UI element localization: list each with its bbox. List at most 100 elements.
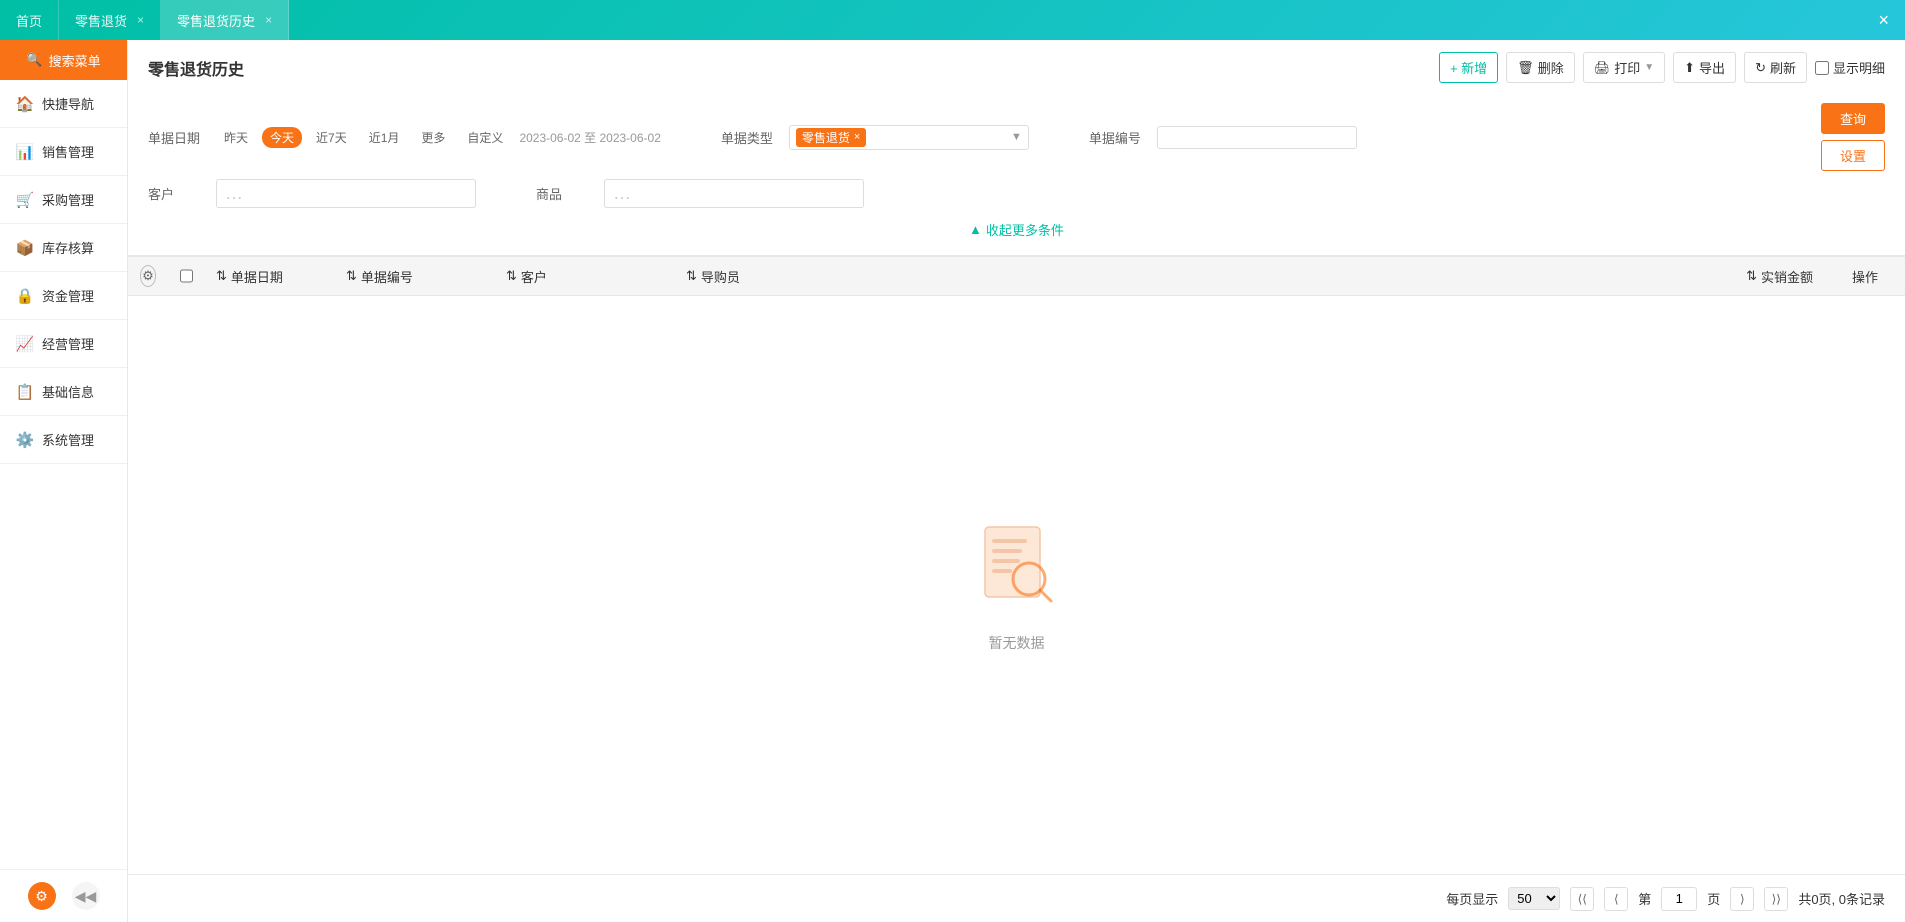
tab-retail-return-history-close[interactable]: × <box>265 13 272 27</box>
print-button[interactable]: 🖨 打印 ▼ <box>1583 52 1665 83</box>
empty-illustration <box>967 517 1067 617</box>
collapse-row: ▲ 收起更多条件 <box>148 216 1885 243</box>
pagination-bar: 每页显示 10 20 50 100 ⟨⟨ ⟨ 第 页 ⟩ ⟩⟩ 共0页, 0条记… <box>128 874 1905 922</box>
last-page-btn[interactable]: ⟩⟩ <box>1764 887 1788 911</box>
collapse-button[interactable]: ▲ 收起更多条件 <box>969 216 1064 243</box>
sidebar-item-label: 基础信息 <box>42 382 94 401</box>
finance-icon: 🔒 <box>16 287 34 305</box>
export-button[interactable]: ⬆ 导出 <box>1673 52 1736 83</box>
first-page-btn[interactable]: ⟨⟨ <box>1570 887 1594 911</box>
sidebar-item-label: 快捷导航 <box>42 94 94 113</box>
per-page-select[interactable]: 10 20 50 100 <box>1508 887 1560 910</box>
goods-input-container[interactable]: … <box>604 179 864 208</box>
th-customer[interactable]: ⇅ 客户 <box>494 259 674 294</box>
th-amount-label: 实销金额 <box>1761 267 1813 286</box>
custom-btn[interactable]: 自定义 <box>459 127 511 148</box>
empty-svg <box>967 517 1067 617</box>
sidebar-item-basic-info[interactable]: 📋 基础信息 <box>0 368 127 416</box>
type-tag-container[interactable]: 零售退货 × ▼ <box>789 125 1029 150</box>
purchase-icon: 🛒 <box>16 191 34 209</box>
th-amount[interactable]: ⇅ 实销金额 <box>1705 259 1825 294</box>
tab-retail-return[interactable]: 零售退货 × <box>59 0 161 40</box>
tab-retail-return-history[interactable]: 零售退货历史 × <box>161 0 289 40</box>
empty-state: 暂无数据 <box>128 296 1905 874</box>
docnum-filter-group: 单据编号 <box>1089 126 1357 149</box>
inventory-icon: 📦 <box>16 239 34 257</box>
show-detail-toggle[interactable]: 显示明细 <box>1815 58 1885 77</box>
more-btn[interactable]: 更多 <box>413 127 453 148</box>
sort-icon: ⇅ <box>346 268 357 284</box>
refresh-icon: ↻ <box>1755 60 1766 76</box>
tab-home[interactable]: 首页 <box>0 0 59 40</box>
action-buttons: 查询 设置 <box>1821 103 1885 171</box>
delete-button[interactable]: 🗑 删除 <box>1506 52 1575 83</box>
prev-page-btn[interactable]: ⟨ <box>1604 887 1628 911</box>
th-operation: 操作 <box>1825 259 1905 294</box>
sidebar-item-sales-mgmt[interactable]: 📊 销售管理 <box>0 128 127 176</box>
docnum-filter-label: 单据编号 <box>1089 128 1149 147</box>
sidebar-item-system-mgmt[interactable]: ⚙️ 系统管理 <box>0 416 127 464</box>
audio-bottom-icon[interactable]: ◀◀ <box>72 882 100 910</box>
sidebar-item-label: 销售管理 <box>42 142 94 161</box>
th-guide[interactable]: ⇅ 导购员 <box>674 259 1705 294</box>
refresh-button[interactable]: ↻ 刷新 <box>1744 52 1807 83</box>
next-page-btn[interactable]: ⟩ <box>1730 887 1754 911</box>
tab-home-label: 首页 <box>16 11 42 30</box>
customer-filter-label: 客户 <box>148 184 208 203</box>
th-settings[interactable]: ⚙ <box>128 257 168 295</box>
th-checkbox[interactable] <box>168 261 204 291</box>
settings-bottom-icon[interactable]: ⚙ <box>28 882 56 910</box>
sidebar-item-finance-mgmt[interactable]: 🔒 资金管理 <box>0 272 127 320</box>
system-icon: ⚙️ <box>16 431 34 449</box>
sidebar-item-operation-mgmt[interactable]: 📈 经营管理 <box>0 320 127 368</box>
type-tag-retail-return: 零售退货 × <box>796 128 866 147</box>
docnum-input[interactable] <box>1157 126 1357 149</box>
show-detail-checkbox[interactable] <box>1815 61 1829 75</box>
empty-text: 暂无数据 <box>989 633 1045 653</box>
sidebar: 🔍 搜索菜单 🏠 快捷导航 📊 销售管理 🛒 采购管理 📦 库存核算 🔒 资金管… <box>0 40 128 922</box>
query-button[interactable]: 查询 <box>1821 103 1885 134</box>
th-number-label: 单据编号 <box>361 267 413 286</box>
tab-retail-return-close[interactable]: × <box>137 13 144 27</box>
th-number[interactable]: ⇅ 单据编号 <box>334 259 494 294</box>
sidebar-item-label: 资金管理 <box>42 286 94 305</box>
show-detail-label: 显示明细 <box>1833 58 1885 77</box>
yesterday-btn[interactable]: 昨天 <box>216 127 256 148</box>
sidebar-search[interactable]: 🔍 搜索菜单 <box>0 40 127 80</box>
th-date[interactable]: ⇅ 单据日期 <box>204 259 334 294</box>
sidebar-item-inventory[interactable]: 📦 库存核算 <box>0 224 127 272</box>
main-layout: 🔍 搜索菜单 🏠 快捷导航 📊 销售管理 🛒 采购管理 📦 库存核算 🔒 资金管… <box>0 40 1905 922</box>
type-dropdown-arrow[interactable]: ▼ <box>1011 131 1022 143</box>
column-settings-icon[interactable]: ⚙ <box>140 265 156 287</box>
today-btn[interactable]: 今天 <box>262 127 302 148</box>
table-container: ⚙ ⇅ 单据日期 ⇅ 单据编号 ⇅ 客户 ⇅ <box>128 256 1905 874</box>
last7days-btn[interactable]: 近7天 <box>308 127 355 148</box>
new-button[interactable]: + 新增 <box>1439 52 1498 83</box>
sidebar-bottom: ⚙ ◀◀ <box>0 869 127 922</box>
type-tag-label: 零售退货 <box>802 129 850 146</box>
tab-retail-return-history-label: 零售退货历史 <box>177 11 255 30</box>
customer-filter-group: 客户 … <box>148 179 476 208</box>
sidebar-item-quick-nav[interactable]: 🏠 快捷导航 <box>0 80 127 128</box>
sidebar-item-purchase-mgmt[interactable]: 🛒 采购管理 <box>0 176 127 224</box>
goods-filter-group: 商品 … <box>536 179 864 208</box>
top-bar: 首页 零售退货 × 零售退货历史 × × <box>0 0 1905 40</box>
export-icon: ⬆ <box>1684 60 1695 76</box>
customer-input-container[interactable]: … <box>216 179 476 208</box>
last1month-btn[interactable]: 近1月 <box>361 127 408 148</box>
page-number-input[interactable] <box>1661 887 1697 911</box>
sort-icon: ⇅ <box>506 268 517 284</box>
select-all-checkbox[interactable] <box>180 269 193 283</box>
date-filter-group: 单据日期 昨天 今天 近7天 近1月 更多 自定义 2023-06-02 至 2… <box>148 127 661 148</box>
date-filter-label: 单据日期 <box>148 128 208 147</box>
page-unit: 页 <box>1707 889 1720 908</box>
settings-button[interactable]: 设置 <box>1821 140 1885 171</box>
type-tag-close[interactable]: × <box>854 131 860 143</box>
window-close-button[interactable]: × <box>1862 10 1905 31</box>
total-label: 共0页, 0条记录 <box>1798 889 1885 908</box>
sort-icon: ⇅ <box>216 268 227 284</box>
sidebar-search-label: 搜索菜单 <box>49 51 101 70</box>
date-range-display: 2023-06-02 至 2023-06-02 <box>519 129 660 146</box>
sidebar-item-label: 库存核算 <box>42 238 94 257</box>
th-customer-label: 客户 <box>521 267 547 286</box>
